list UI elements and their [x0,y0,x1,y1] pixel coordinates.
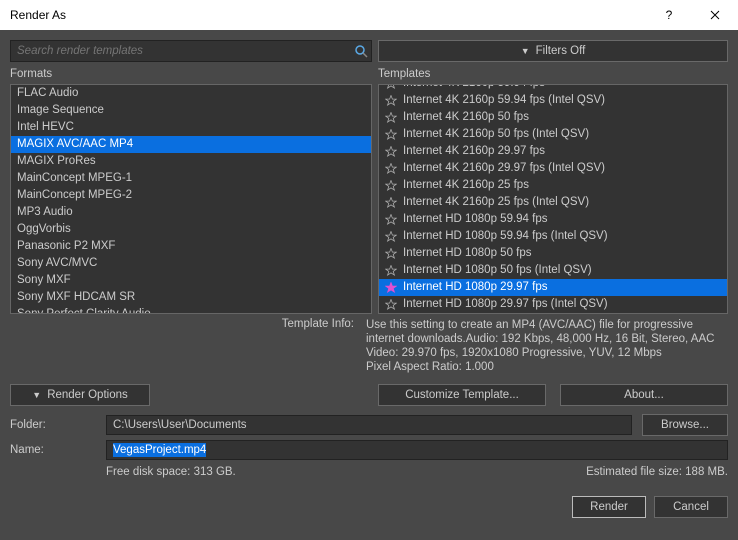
filters-label: Filters Off [536,45,586,57]
chevron-down-icon: ▼ [521,46,530,56]
star-icon [385,248,397,260]
titlebar: Render As ? [0,0,738,30]
name-label: Name: [10,444,96,456]
template-item[interactable]: Internet HD 1080p 29.97 fps [379,279,727,296]
folder-input[interactable] [106,415,632,435]
star-icon [385,112,397,124]
format-item[interactable]: Sony MXF [11,272,371,289]
browse-button[interactable]: Browse... [642,414,728,436]
template-item[interactable]: Internet 4K 2160p 59.94 fps (Intel QSV) [379,92,727,109]
star-icon [385,84,397,90]
star-icon [385,282,397,294]
content: ▼ Filters Off Formats FLAC AudioImage Se… [0,30,738,540]
render-button[interactable]: Render [572,496,646,518]
help-button[interactable]: ? [646,0,692,30]
render-options-button[interactable]: ▼ Render Options [10,384,150,406]
star-icon [385,231,397,243]
star-icon [385,146,397,158]
folder-label: Folder: [10,419,96,431]
template-item[interactable]: Internet 4K 2160p 25 fps (Intel QSV) [379,194,727,211]
search-input[interactable] [11,45,351,57]
format-item[interactable]: Sony Perfect Clarity Audio [11,306,371,314]
format-item[interactable]: Image Sequence [11,102,371,119]
format-item[interactable]: MainConcept MPEG-1 [11,170,371,187]
window-title: Render As [10,8,66,22]
format-item[interactable]: MAGIX AVC/AAC MP4 [11,136,371,153]
name-input[interactable]: VegasProject.mp4 [106,440,728,460]
about-button[interactable]: About... [560,384,728,406]
format-item[interactable]: Intel HEVC [11,119,371,136]
render-as-dialog: Render As ? ▼ Filters Off Formats FLAC A… [0,0,738,540]
star-icon [385,163,397,175]
template-item[interactable]: Internet HD 1080p 59.94 fps [379,211,727,228]
chevron-down-icon: ▼ [32,390,41,400]
search-wrap [10,40,372,62]
close-button[interactable] [692,0,738,30]
cancel-button[interactable]: Cancel [654,496,728,518]
template-item[interactable]: Internet 4K 2160p 29.97 fps [379,143,727,160]
estimated-file-size: Estimated file size: 188 MB. [586,466,728,478]
templates-list[interactable]: Internet 4K 2160p 59.94 fpsInternet 4K 2… [378,84,728,314]
format-item[interactable]: MAGIX ProRes [11,153,371,170]
template-item[interactable]: Internet HD 1080p 59.94 fps (Intel QSV) [379,228,727,245]
template-info-label: Template Info: [10,318,366,374]
template-item[interactable]: Internet 4K 2160p 50 fps [379,109,727,126]
star-icon [385,197,397,209]
format-item[interactable]: Sony AVC/MVC [11,255,371,272]
format-item[interactable]: Panasonic P2 MXF [11,238,371,255]
search-icon[interactable] [351,41,371,61]
formats-list[interactable]: FLAC AudioImage SequenceIntel HEVCMAGIX … [10,84,372,314]
format-item[interactable]: OggVorbis [11,221,371,238]
template-item[interactable]: Internet 4K 2160p 29.97 fps (Intel QSV) [379,160,727,177]
free-disk-space: Free disk space: 313 GB. [106,466,236,478]
star-icon [385,180,397,192]
template-item[interactable]: Internet HD 1080p 29.97 fps (Intel QSV) [379,296,727,313]
template-item[interactable]: Internet 4K 2160p 25 fps [379,177,727,194]
template-item[interactable]: Internet HD 1080p 50 fps (Intel QSV) [379,262,727,279]
templates-header: Templates [378,68,728,80]
star-icon [385,129,397,141]
formats-header: Formats [10,68,372,80]
template-info-text: Use this setting to create an MP4 (AVC/A… [366,318,728,374]
customize-template-button[interactable]: Customize Template... [378,384,546,406]
filters-button[interactable]: ▼ Filters Off [378,40,728,62]
template-item[interactable]: Internet 4K 2160p 59.94 fps [379,84,727,92]
template-item[interactable]: Internet 4K 2160p 50 fps (Intel QSV) [379,126,727,143]
template-item[interactable]: Internet HD 1080p 50 fps [379,245,727,262]
star-icon [385,214,397,226]
format-item[interactable]: Sony MXF HDCAM SR [11,289,371,306]
star-icon [385,265,397,277]
star-icon [385,95,397,107]
format-item[interactable]: MP3 Audio [11,204,371,221]
star-icon [385,299,397,311]
format-item[interactable]: FLAC Audio [11,85,371,102]
format-item[interactable]: MainConcept MPEG-2 [11,187,371,204]
